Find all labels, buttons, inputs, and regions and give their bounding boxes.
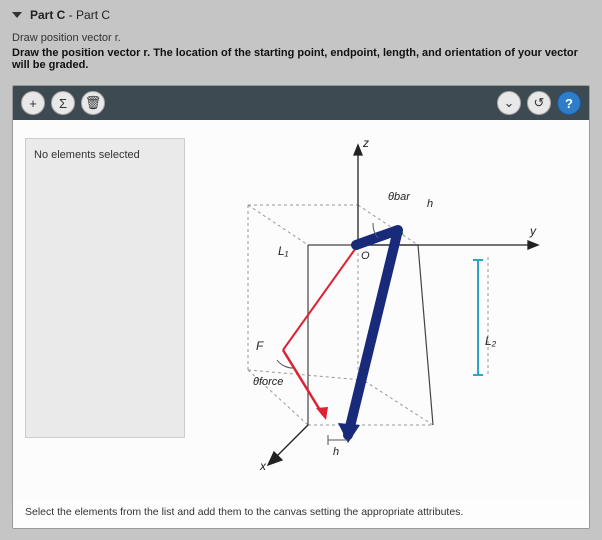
chevron-down-icon: ⌄ <box>504 95 515 111</box>
collapse-caret-icon[interactable] <box>12 12 22 18</box>
delete-button[interactable]: 🗑 <box>81 91 105 115</box>
add-element-button[interactable]: + <box>21 91 45 115</box>
F-label: F <box>256 339 264 353</box>
drawing-toolbar: + Σ 🗑 ⌄ ↺ ? <box>13 86 589 120</box>
part-title-bold: Part C <box>30 8 65 22</box>
part-title: Part C - Part C <box>30 8 110 22</box>
selection-sidebar: No elements selected <box>25 138 185 438</box>
toolbar-left: + Σ 🗑 <box>21 91 105 115</box>
h-bottom-label: h <box>333 446 339 458</box>
diagram-svg: z y x O θbar h L₁ L₂ F θforce h <box>178 125 578 485</box>
help-button[interactable]: ? <box>557 91 581 115</box>
help-icon: ? <box>565 96 573 111</box>
instruction-primary: Draw position vector r. <box>12 32 590 44</box>
plus-icon: + <box>29 96 37 111</box>
bottom-hint: Select the elements from the list and ad… <box>13 500 589 528</box>
L2-label: L₂ <box>485 334 497 348</box>
origin-label: O <box>361 250 370 262</box>
x-axis-label: x <box>259 459 267 473</box>
part-title-sep: - <box>65 8 76 22</box>
toolbar-right: ⌄ ↺ ? <box>497 91 581 115</box>
dropdown-button[interactable]: ⌄ <box>497 91 521 115</box>
trash-icon: 🗑 <box>85 95 102 111</box>
selection-status: No elements selected <box>34 149 176 161</box>
reset-icon: ↺ <box>534 95 545 111</box>
drawing-canvas[interactable]: No elements selected <box>13 120 589 500</box>
z-axis-label: z <box>362 136 369 150</box>
section-header: Part C - Part C <box>12 8 590 22</box>
sigma-button[interactable]: Σ <box>51 91 75 115</box>
L1-label: L₁ <box>278 244 289 258</box>
theta-force-label: θforce <box>253 376 283 388</box>
theta-bar-label: θbar <box>388 191 411 203</box>
reset-button[interactable]: ↺ <box>527 91 551 115</box>
instruction-secondary: Draw the position vector r. The location… <box>12 47 590 71</box>
h-top-label: h <box>427 198 433 210</box>
drawing-panel: + Σ 🗑 ⌄ ↺ ? No elements selected <box>12 85 590 529</box>
sigma-icon: Σ <box>59 96 67 111</box>
y-axis-label: y <box>529 224 537 238</box>
part-title-plain: Part C <box>76 8 110 22</box>
